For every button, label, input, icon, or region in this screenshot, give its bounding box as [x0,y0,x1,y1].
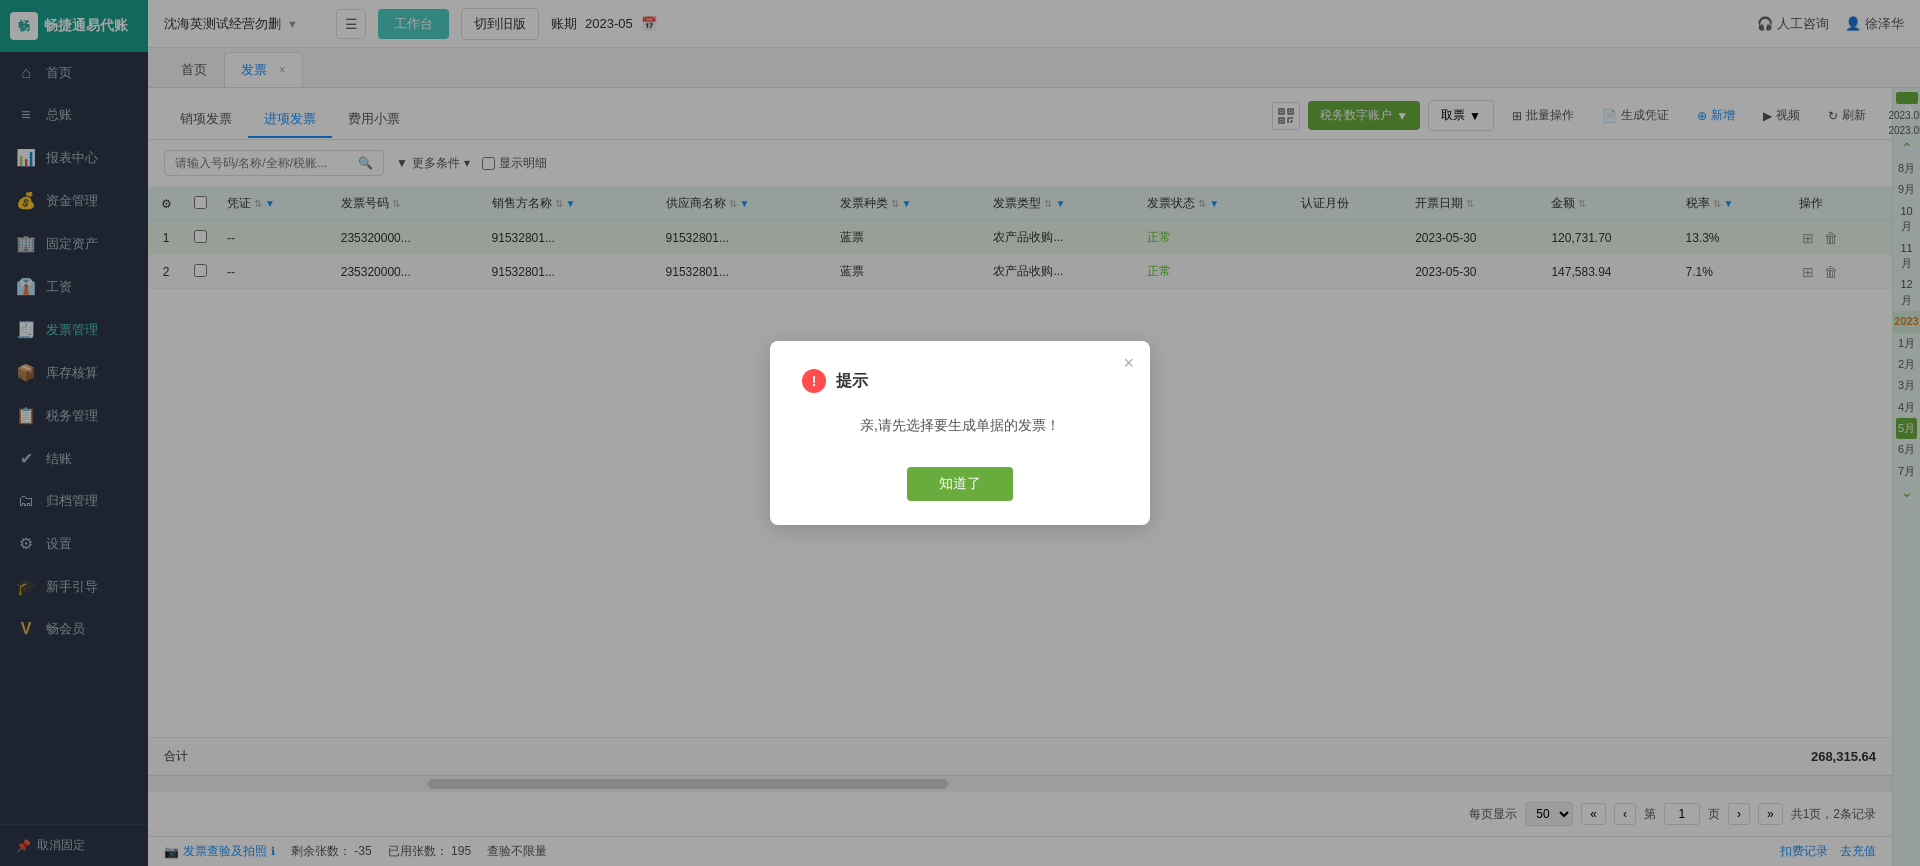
modal-confirm-button[interactable]: 知道了 [907,467,1013,501]
modal-title-text: 提示 [836,371,868,392]
modal-overlay: × ! 提示 亲,请先选择要生成单据的发票！ 知道了 [0,0,1920,866]
modal-footer: 知道了 [802,467,1118,501]
modal-message: 亲,请先选择要生成单据的发票！ [802,409,1118,443]
modal-dialog: × ! 提示 亲,请先选择要生成单据的发票！ 知道了 [770,341,1150,525]
modal-title: ! 提示 [802,369,1118,393]
modal-close-button[interactable]: × [1123,353,1134,374]
modal-warning-icon: ! [802,369,826,393]
modal-message-text: 亲,请先选择要生成单据的发票！ [860,417,1060,433]
